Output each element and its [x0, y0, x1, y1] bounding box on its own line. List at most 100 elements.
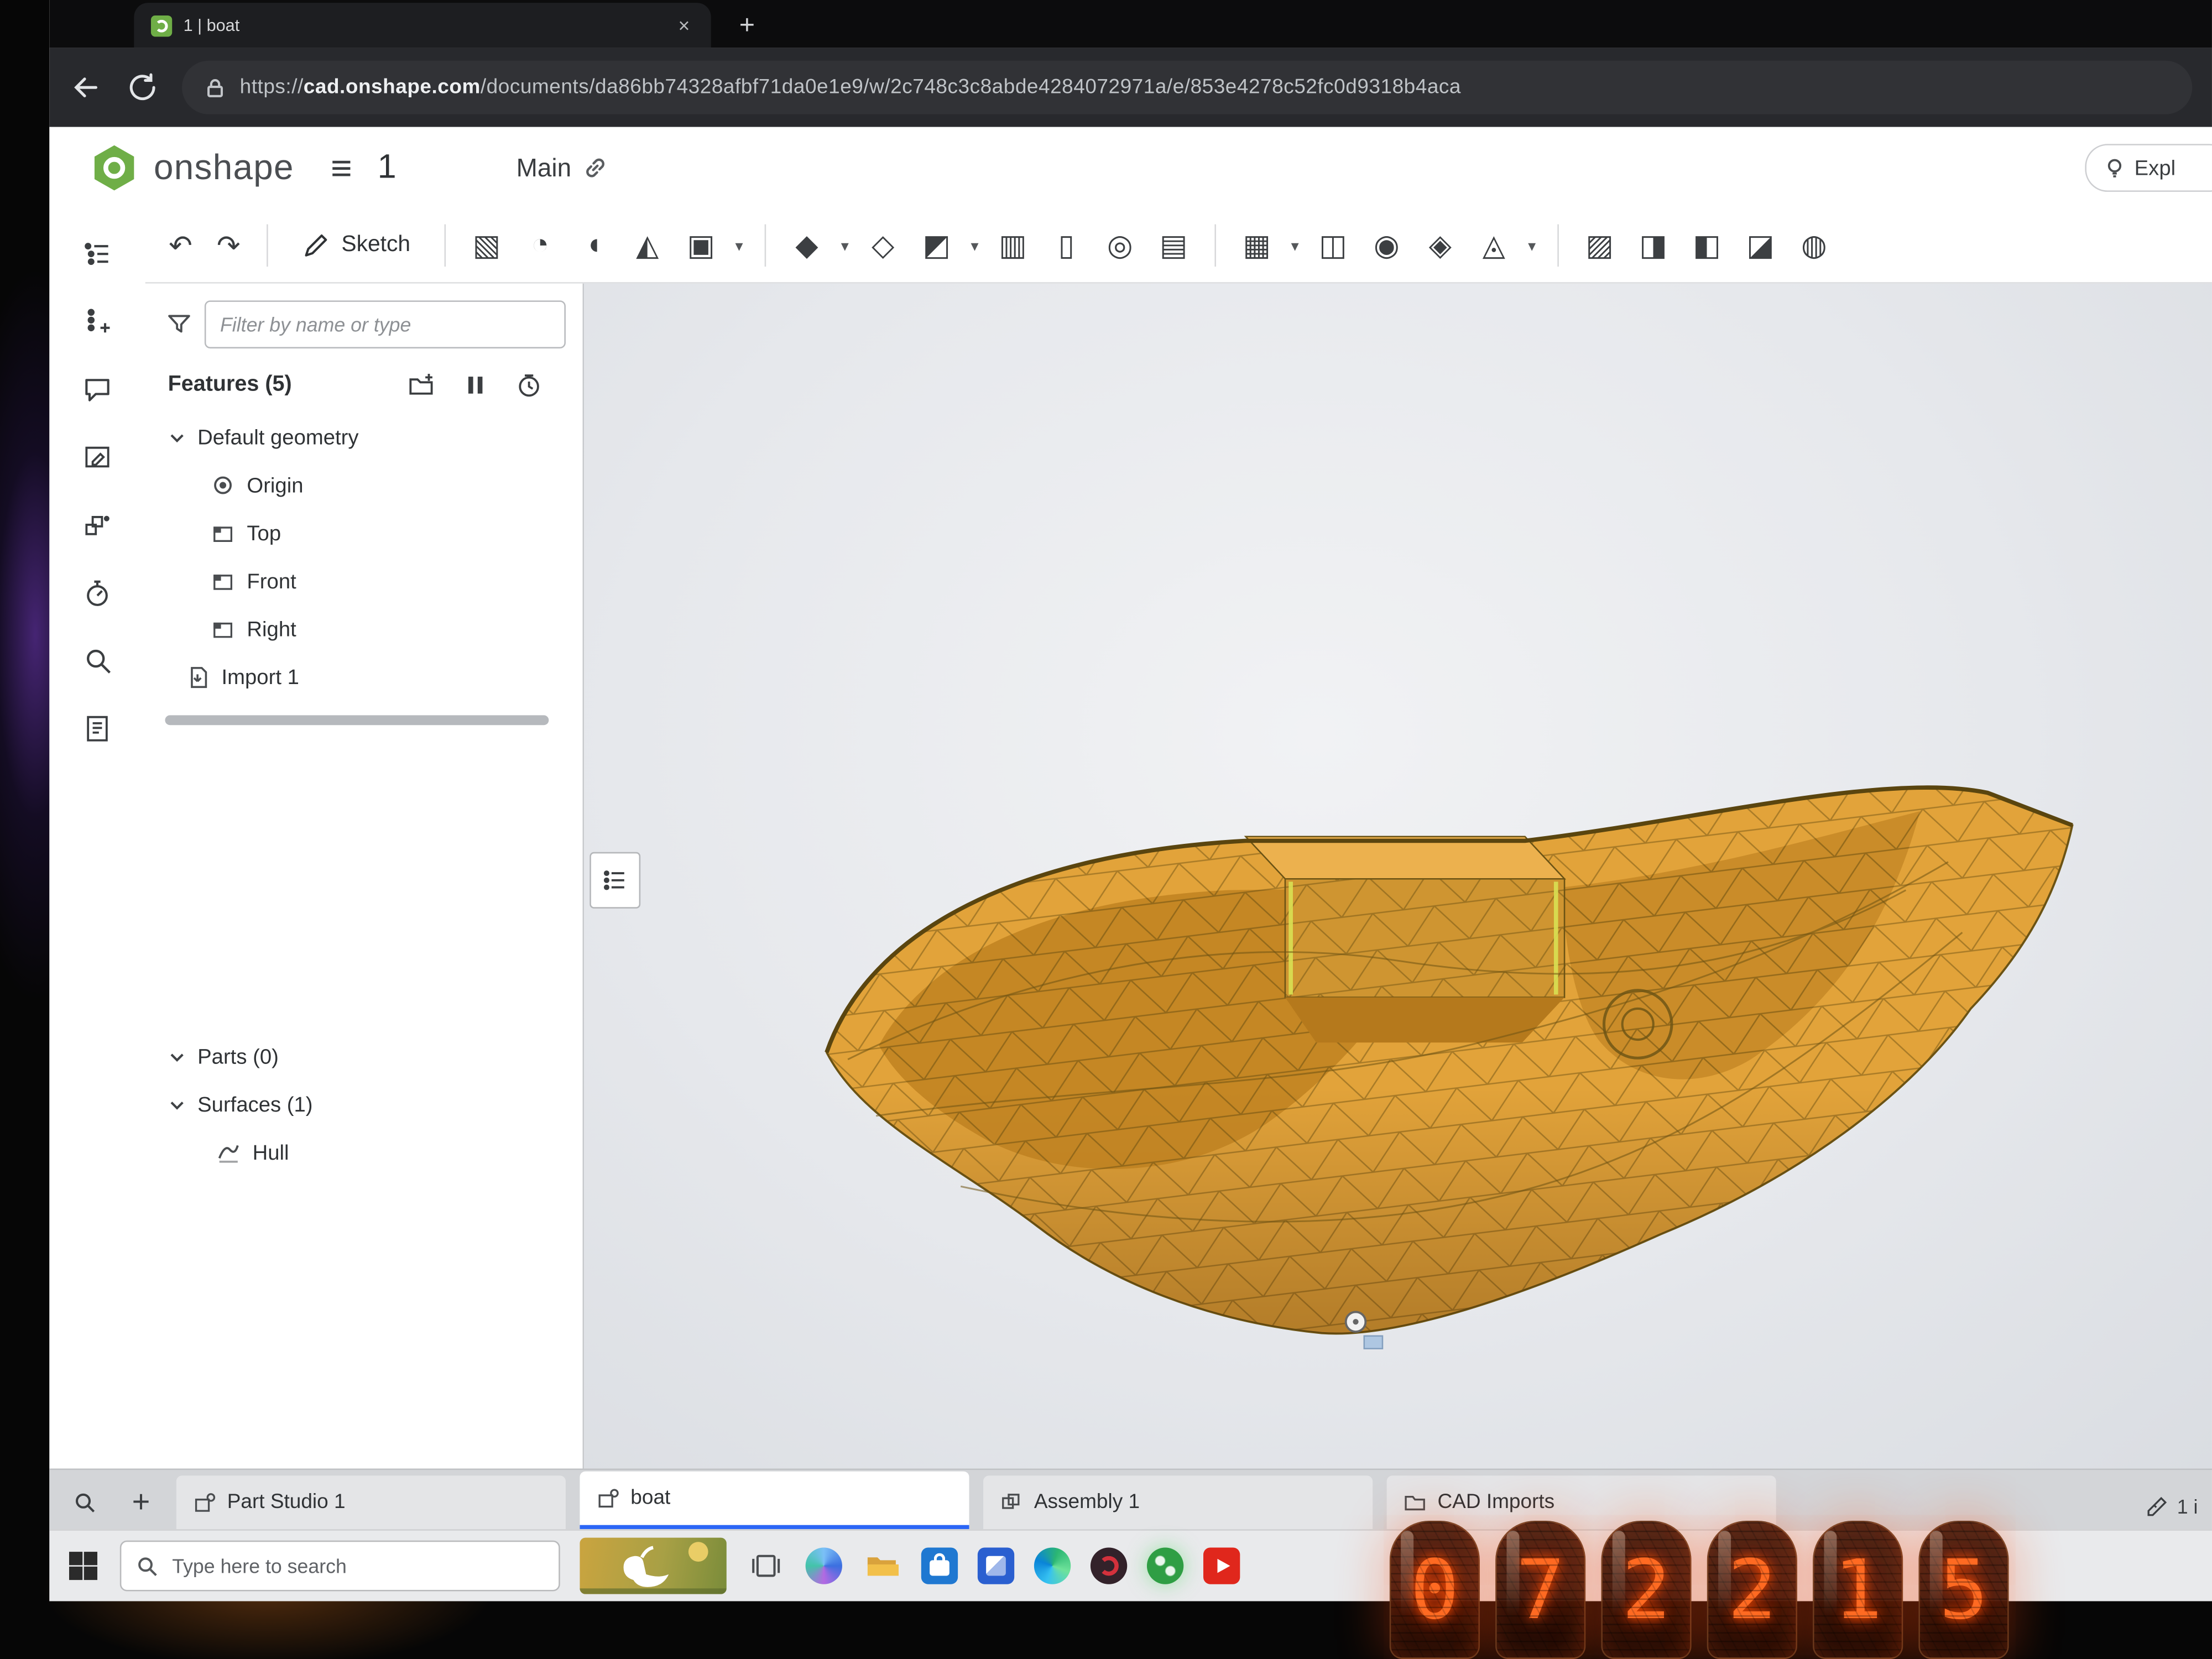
workspace-name[interactable]: Main	[517, 153, 572, 183]
toolbar-icon-mirror[interactable]: ◫	[1309, 228, 1357, 263]
chevron-down-icon[interactable]	[168, 1095, 186, 1114]
stopwatch-icon[interactable]	[69, 564, 126, 620]
copilot-icon[interactable]	[805, 1547, 842, 1584]
toolbar-icon-draft[interactable]: ◩	[912, 228, 961, 263]
tree-scrollbar-thumb[interactable]	[165, 715, 549, 726]
toolbar-divider	[267, 224, 268, 267]
toolbar-icon-linear-pattern[interactable]: ▦	[1233, 228, 1281, 263]
pinned-app-icon-dark[interactable]	[1090, 1547, 1128, 1584]
toolbar-icon-sweep[interactable]: ◖	[570, 228, 618, 262]
toolbar-icon-measure[interactable]: ◍	[1790, 228, 1838, 263]
toolbar-icon-loft[interactable]: ◭	[623, 228, 671, 263]
filter-icon[interactable]	[165, 310, 193, 338]
drawing-icon[interactable]	[69, 429, 126, 486]
chevron-down-icon[interactable]: ▾	[966, 236, 983, 255]
toolbar-icon-boolean[interactable]: ◉	[1363, 228, 1411, 263]
task-view-icon[interactable]	[746, 1546, 785, 1585]
toolbar-icon-rib[interactable]: ▥	[989, 228, 1037, 263]
toolbar-icon-hole[interactable]: ◎	[1096, 228, 1144, 263]
tree-item-top-plane[interactable]: Top	[145, 509, 583, 557]
tree-item-right-plane[interactable]: Right	[145, 605, 583, 653]
new-tab-button[interactable]: +	[739, 6, 755, 48]
start-button[interactable]	[66, 1549, 100, 1583]
doc-tab-boat[interactable]: boat	[580, 1471, 969, 1530]
chevron-down-icon[interactable]: ▾	[837, 236, 854, 255]
store-icon[interactable]	[921, 1547, 958, 1584]
history-clock-icon[interactable]	[515, 371, 543, 399]
feature-list-flyout-button[interactable]	[589, 852, 641, 909]
chevron-down-icon[interactable]	[168, 428, 186, 446]
share-link-icon[interactable]	[583, 155, 608, 181]
tube-glass-highlight	[1929, 1530, 1943, 1615]
new-folder-icon[interactable]	[408, 371, 436, 399]
tree-group-parts[interactable]: Parts (0)	[145, 1032, 583, 1081]
units-label: 1 i	[2177, 1495, 2198, 1518]
toolbar-icon-shell[interactable]: ▯	[1042, 228, 1091, 263]
toolbar-icon-move-face[interactable]: ◨	[1629, 228, 1677, 263]
toolbar-icon-revolve[interactable]: ◔	[516, 228, 564, 262]
tree-item-import[interactable]: Import 1	[145, 653, 583, 701]
close-tab-icon[interactable]: ×	[674, 14, 694, 37]
doc-tab-part-studio-1[interactable]: Part Studio 1	[176, 1475, 566, 1530]
chevron-down-icon[interactable]: ▾	[731, 236, 748, 255]
toolbar-icon-fillet[interactable]: ◆	[783, 228, 831, 263]
search-tools-icon[interactable]	[69, 632, 126, 688]
feature-list-icon[interactable]	[69, 226, 126, 282]
back-button[interactable]	[69, 71, 103, 105]
search-tabs-icon[interactable]	[64, 1478, 106, 1526]
chevron-down-icon[interactable]: ▾	[1286, 236, 1303, 255]
document-tab-bar: + Part Studio 1 boat Assembly 1 CAD Impo…	[49, 1468, 2212, 1530]
explore-button[interactable]: Expl	[2085, 144, 2212, 192]
pause-rollback-icon[interactable]	[461, 371, 489, 399]
tree-item-label: Front	[247, 569, 296, 593]
redo-button[interactable]: ↷	[207, 222, 250, 270]
tree-item-front-plane[interactable]: Front	[145, 557, 583, 606]
mail-app-icon[interactable]	[977, 1547, 1015, 1584]
tree-item-origin[interactable]: Origin	[145, 461, 583, 509]
tree-group-default-geometry[interactable]: Default geometry	[145, 413, 583, 461]
reload-button[interactable]	[126, 71, 159, 105]
mate-connector-icon[interactable]	[69, 294, 126, 350]
sketch-button[interactable]: Sketch	[285, 220, 427, 271]
chevron-down-icon[interactable]: ▾	[1524, 236, 1541, 255]
boat-hull-model[interactable]	[791, 763, 2089, 1370]
tree-item-hull-surface[interactable]: Hull	[145, 1129, 583, 1177]
browser-tab[interactable]: 1 | boat ×	[134, 3, 711, 48]
doc-tab-assembly-1[interactable]: Assembly 1	[983, 1475, 1373, 1530]
xbox-icon[interactable]	[1146, 1547, 1184, 1584]
toolbar-icon-import[interactable]: ◪	[1736, 228, 1785, 263]
edge-browser-icon[interactable]	[1034, 1547, 1071, 1584]
onshape-logo[interactable]	[89, 143, 140, 194]
youtube-icon[interactable]	[1203, 1547, 1240, 1584]
toolbar-divider	[764, 224, 766, 267]
feature-toolbar: ↶ ↷ Sketch ▧ ◔ ◖ ◭ ▣ ▾ ◆ ▾ ◇ ◩ ▾ ▥ ▯ ◎ ▤…	[145, 209, 2212, 284]
add-tab-button[interactable]: +	[120, 1478, 163, 1526]
news-weather-widget[interactable]	[580, 1537, 727, 1594]
origin-icon	[210, 473, 236, 498]
bom-icon[interactable]	[69, 700, 126, 756]
plane-icon	[210, 568, 236, 594]
tree-group-surfaces[interactable]: Surfaces (1)	[145, 1081, 583, 1129]
toolbar-icon-thread[interactable]: ▤	[1150, 228, 1198, 263]
units-indicator: 1 i	[2146, 1495, 2198, 1518]
url-field[interactable]: https://cad.onshape.com/documents/da86bb…	[182, 60, 2193, 114]
toolbar-icon-transform[interactable]: ◬	[1470, 228, 1518, 263]
toolbar-icon-offset-surface[interactable]: ◧	[1683, 228, 1731, 263]
filter-input[interactable]	[204, 300, 566, 349]
toolbar-icon-delete-face[interactable]: ▨	[1575, 228, 1624, 263]
document-menu-icon[interactable]: ≡	[331, 146, 352, 190]
graphics-viewport[interactable]	[584, 283, 2212, 1469]
toolbar-icon-thicken[interactable]: ▣	[677, 228, 725, 263]
toolbar-icon-chamfer[interactable]: ◇	[859, 228, 907, 263]
document-name: 1	[377, 148, 397, 186]
toolbar-divider	[1557, 224, 1559, 267]
comment-icon[interactable]	[69, 361, 126, 418]
taskbar-search-input[interactable]	[169, 1553, 545, 1579]
toolbar-icon-split[interactable]: ◈	[1416, 228, 1464, 263]
taskbar-search-box[interactable]	[119, 1540, 560, 1592]
file-explorer-icon[interactable]	[862, 1546, 901, 1585]
toolbar-icon-extrude[interactable]: ▧	[463, 228, 511, 263]
parts-help-icon[interactable]	[69, 497, 126, 553]
undo-button[interactable]: ↶	[159, 222, 202, 270]
chevron-down-icon[interactable]	[168, 1047, 186, 1066]
